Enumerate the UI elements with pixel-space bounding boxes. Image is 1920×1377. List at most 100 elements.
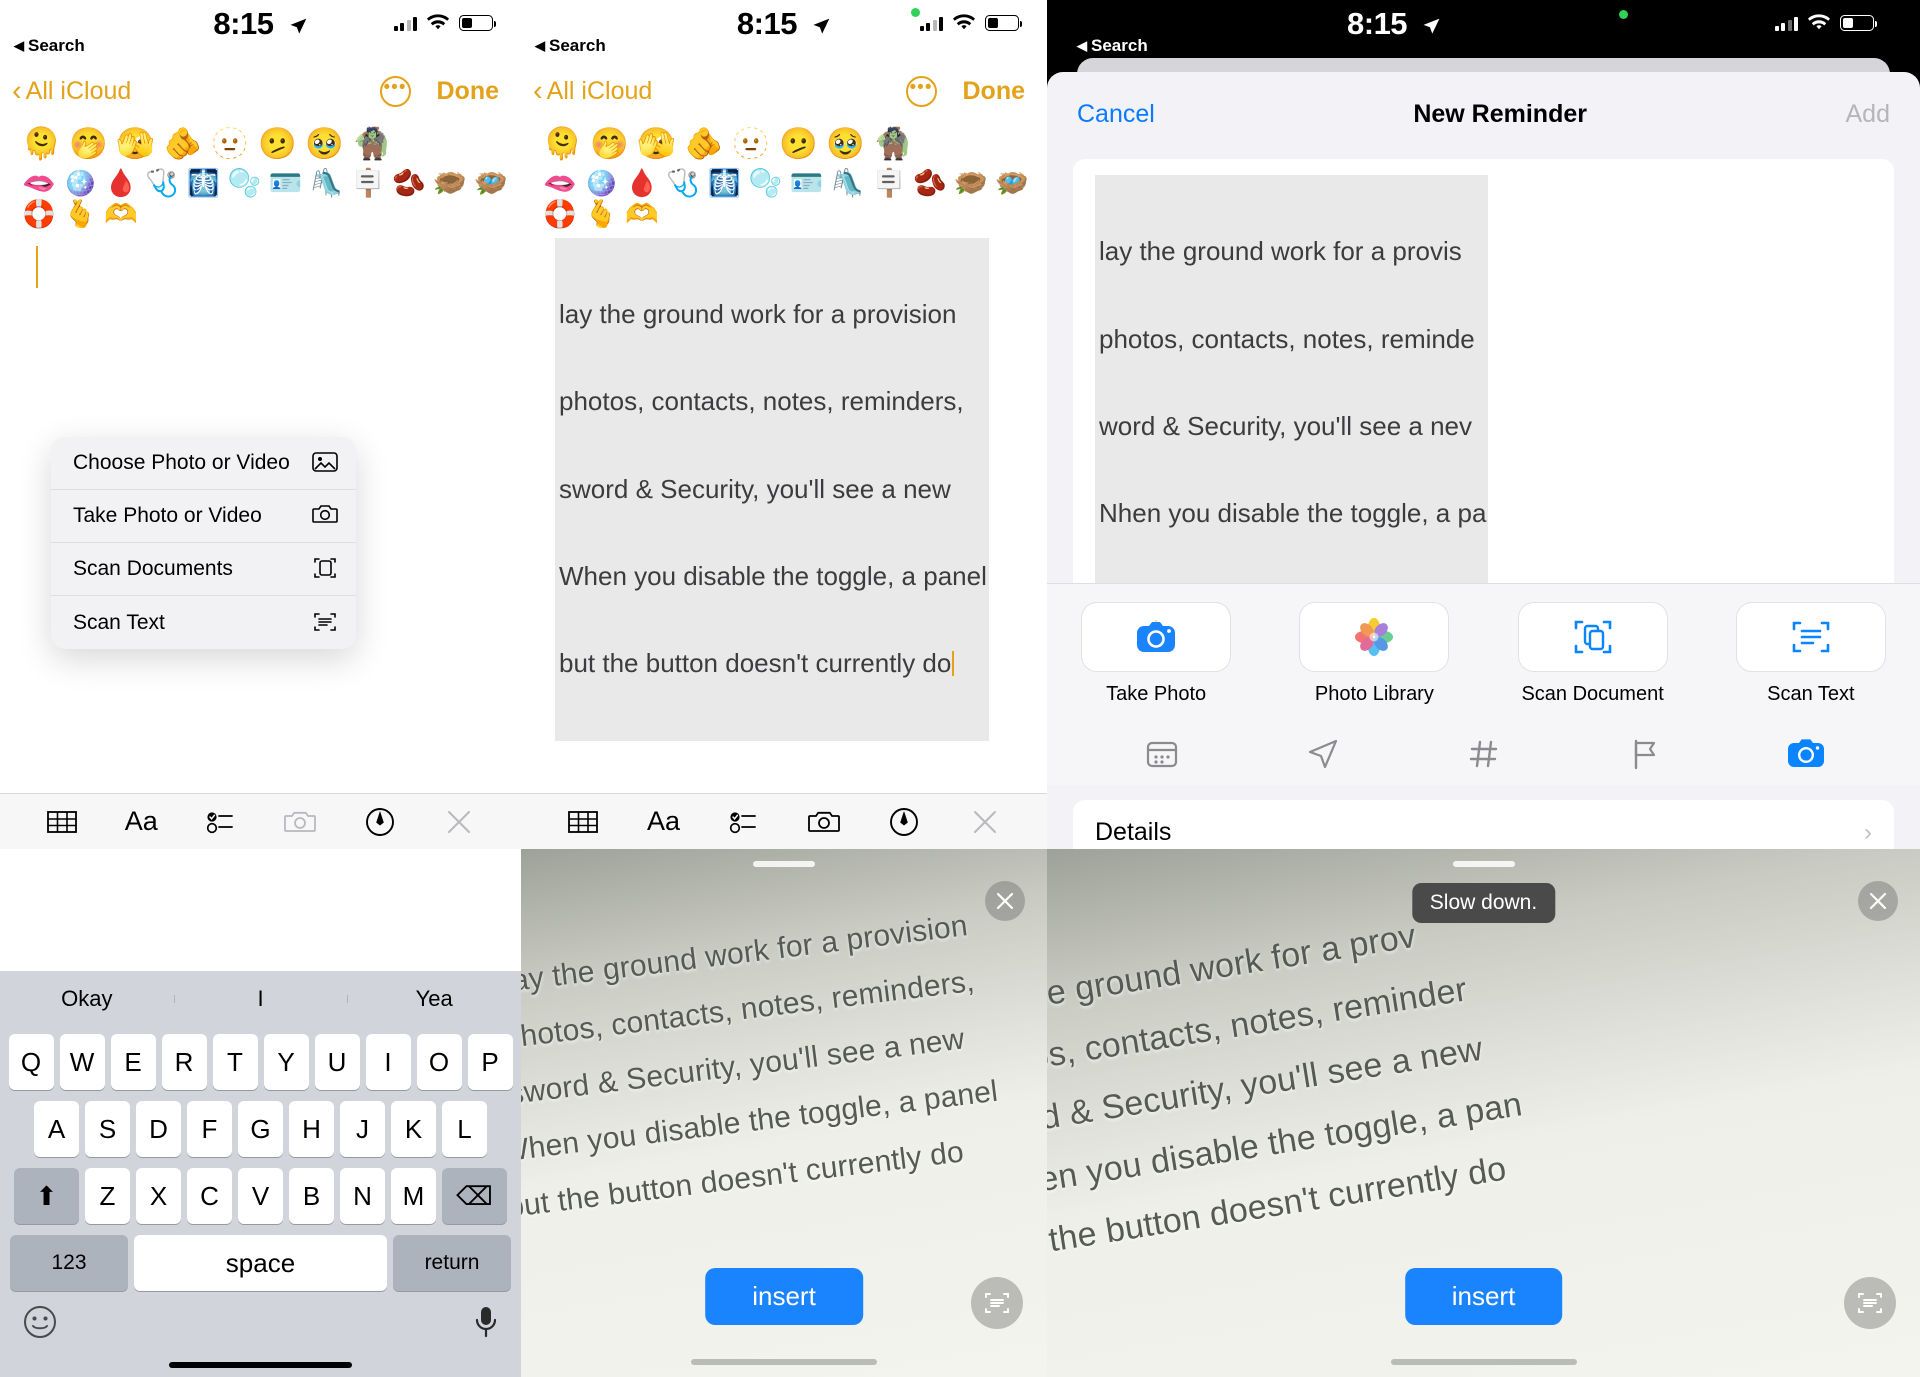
share-tile-scan-document[interactable]: Scan Document	[1517, 602, 1668, 706]
key-w[interactable]: W	[59, 1034, 105, 1090]
return-key[interactable]: return	[393, 1235, 511, 1291]
text-format-icon[interactable]: Aa	[124, 806, 158, 838]
key-a[interactable]: A	[34, 1101, 79, 1157]
key-h[interactable]: H	[289, 1101, 334, 1157]
checklist-icon[interactable]	[204, 806, 238, 838]
attachment-context-menu: Choose Photo or Video Take Photo or Vide…	[51, 437, 356, 649]
share-tile-photo-library[interactable]: Photo Library	[1299, 602, 1450, 706]
table-icon[interactable]	[45, 806, 79, 838]
key-c[interactable]: C	[187, 1168, 232, 1224]
menu-item-choose-photo[interactable]: Choose Photo or Video	[51, 437, 356, 490]
markup-pen-icon[interactable]	[363, 806, 397, 838]
microphone-icon[interactable]	[473, 1304, 499, 1340]
menu-item-scan-documents[interactable]: Scan Documents	[51, 543, 356, 596]
checklist-icon[interactable]	[727, 806, 761, 838]
key-q[interactable]: Q	[8, 1034, 54, 1090]
key-v[interactable]: V	[238, 1168, 283, 1224]
back-to-search-button[interactable]: ◀ Search	[14, 36, 85, 56]
sheet-grabber[interactable]	[753, 861, 815, 867]
keyboard-row-3: ⬆ Z X C V B N M ⌫	[3, 1168, 518, 1224]
key-y[interactable]: Y	[263, 1034, 309, 1090]
key-p[interactable]: P	[467, 1034, 513, 1090]
done-button[interactable]: Done	[963, 77, 1026, 106]
location-arrow-icon[interactable]	[1302, 735, 1344, 773]
key-s[interactable]: S	[85, 1101, 130, 1157]
panel-new-reminder-scan: 8:15 ◀ Search Cancel New Reminder Add la…	[1047, 0, 1920, 1377]
nav-right-group: ••• Done	[379, 75, 500, 107]
key-e[interactable]: E	[110, 1034, 156, 1090]
shift-key[interactable]: ⬆	[14, 1168, 79, 1224]
key-b[interactable]: B	[289, 1168, 334, 1224]
share-tile-label: Take Photo	[1106, 683, 1207, 705]
inserted-scanned-text[interactable]: lay the ground work for a provision phot…	[555, 237, 989, 741]
key-l[interactable]: L	[442, 1101, 487, 1157]
add-button[interactable]: Add	[1846, 100, 1890, 129]
emoji-row-2: 🫦 🪩 🩸 🩺 🩻 🫧 🪪 🛝 🪧 🫘 🪹 🪺 🛟 🫰 🫶	[543, 167, 1029, 229]
key-r[interactable]: R	[161, 1034, 207, 1090]
chevron-left-icon: ‹	[533, 74, 543, 107]
backspace-key[interactable]: ⌫	[442, 1168, 507, 1224]
emoji-icon[interactable]	[22, 1304, 58, 1340]
close-icon[interactable]	[442, 806, 476, 838]
wifi-icon	[426, 14, 450, 32]
chevron-right-icon: ›	[1864, 818, 1872, 846]
prediction-3[interactable]: Yea	[347, 986, 521, 1012]
key-x[interactable]: X	[136, 1168, 181, 1224]
close-icon[interactable]	[968, 806, 1002, 838]
nav-back-label: All iCloud	[546, 76, 653, 105]
details-label: Details	[1095, 818, 1172, 847]
back-to-search-button[interactable]: ◀ Search	[535, 36, 606, 56]
camera-icon[interactable]	[807, 806, 841, 838]
text-format-icon[interactable]: Aa	[646, 806, 680, 838]
key-f[interactable]: F	[187, 1101, 232, 1157]
hashtag-icon[interactable]	[1463, 735, 1505, 773]
scan-text-icon[interactable]	[971, 1277, 1023, 1329]
text-cursor	[952, 651, 955, 677]
insert-button[interactable]: insert	[1404, 1268, 1563, 1325]
more-options-button[interactable]: •••	[905, 75, 937, 107]
key-k[interactable]: K	[391, 1101, 436, 1157]
key-u[interactable]: U	[314, 1034, 360, 1090]
numbers-key[interactable]: 123	[10, 1235, 128, 1291]
key-n[interactable]: N	[340, 1168, 385, 1224]
key-d[interactable]: D	[136, 1101, 181, 1157]
prediction-1[interactable]: Okay	[0, 986, 174, 1012]
triangle-left-icon: ◀	[1077, 38, 1087, 53]
key-o[interactable]: O	[416, 1034, 462, 1090]
key-i[interactable]: I	[365, 1034, 411, 1090]
camera-icon[interactable]	[1785, 735, 1827, 773]
share-tile-scan-text[interactable]: Scan Text	[1735, 602, 1886, 706]
menu-item-scan-text[interactable]: Scan Text	[51, 596, 356, 649]
key-t[interactable]: T	[212, 1034, 258, 1090]
insert-button[interactable]: insert	[705, 1268, 863, 1325]
keyboard-row-1: Q W E R T Y U I O P	[3, 1034, 518, 1090]
cancel-button[interactable]: Cancel	[1077, 100, 1155, 129]
key-g[interactable]: G	[238, 1101, 283, 1157]
table-icon[interactable]	[566, 806, 600, 838]
more-options-button[interactable]: •••	[379, 75, 411, 107]
sheet-grabber[interactable]	[1452, 861, 1515, 867]
scanned-line: When you disable the toggle, a panel	[559, 560, 987, 591]
key-j[interactable]: J	[340, 1101, 385, 1157]
camera-icon[interactable]	[283, 806, 317, 838]
triangle-left-icon: ◀	[14, 38, 24, 53]
panel-notes-attachment-menu: 8:15 ◀ Search ‹ All iCloud ••• Done 🫠 🤭 …	[0, 0, 521, 1377]
menu-item-take-photo[interactable]: Take Photo or Video	[51, 490, 356, 543]
camera-detected-text: o lay the ground work for a provision , …	[521, 899, 1047, 1247]
prediction-2[interactable]: I	[173, 986, 348, 1012]
space-key[interactable]: space	[134, 1235, 387, 1291]
scan-text-icon[interactable]	[1844, 1277, 1896, 1329]
done-button[interactable]: Done	[437, 77, 500, 106]
calendar-today-icon[interactable]	[1141, 735, 1183, 773]
key-z[interactable]: Z	[85, 1168, 130, 1224]
nav-back-button[interactable]: ‹ All iCloud	[12, 76, 131, 106]
nav-back-button[interactable]: ‹ All iCloud	[533, 74, 653, 107]
flag-icon[interactable]	[1624, 735, 1666, 773]
menu-item-label: Choose Photo or Video	[73, 451, 290, 474]
share-tile-take-photo[interactable]: Take Photo	[1081, 602, 1232, 706]
markup-pen-icon[interactable]	[887, 806, 921, 838]
back-to-search-label: Search	[1091, 36, 1148, 55]
key-m[interactable]: M	[391, 1168, 436, 1224]
back-to-search-button[interactable]: ◀ Search	[1077, 36, 1148, 56]
software-keyboard: Okay I Yea Q W E R T Y U I O P A S D F G…	[0, 971, 521, 1377]
